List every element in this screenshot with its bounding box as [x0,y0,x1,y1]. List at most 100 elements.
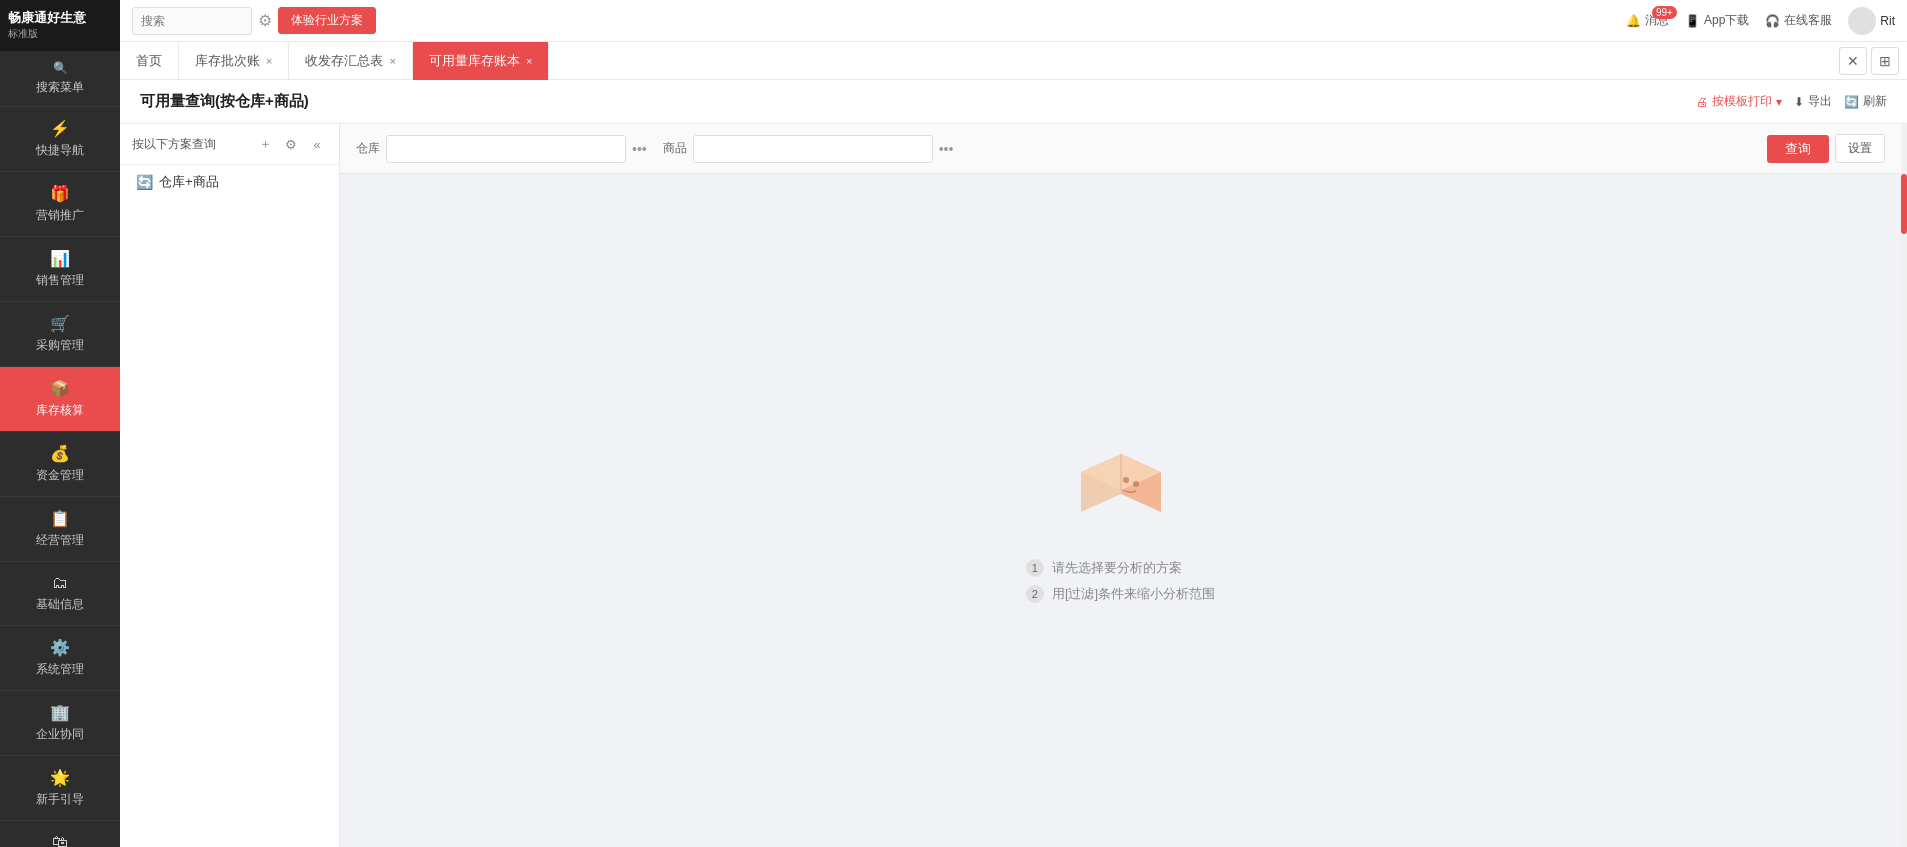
trial-btn[interactable]: 体验行业方案 [278,7,376,34]
print-btn[interactable]: 🖨 按模板打印 ▾ [1696,93,1782,110]
sidebar-item-appstore[interactable]: 🛍 应用中心 [0,821,120,847]
add-scheme-btn[interactable]: ＋ [255,134,275,154]
sidebar-header: 畅康通好生意 标准版 [0,0,120,51]
tab-available-ledger[interactable]: 可用量库存账本 × [413,42,549,80]
topbar-left: ⚙ 体验行业方案 [132,7,376,35]
topbar-right: 🔔 消息 99+ 📱 App下载 🎧 在线客服 Rit [1626,7,1895,35]
tab-receive-summary-label: 收发存汇总表 [305,52,383,70]
page-actions: 🖨 按模板打印 ▾ ⬇ 导出 🔄 刷新 [1696,93,1887,110]
sidebar-item-funds[interactable]: 💰 资金管理 [0,432,120,497]
hint-text-1: 请先选择要分析的方案 [1052,559,1182,577]
messages-btn[interactable]: 🔔 消息 99+ [1626,12,1669,29]
sidebar-item-sales[interactable]: 📊 销售管理 [0,237,120,302]
close-available-ledger-icon[interactable]: × [526,55,532,67]
collapse-panel-btn[interactable]: « [307,134,327,154]
left-panel-header: 按以下方案查询 ＋ ⚙ « [120,124,339,165]
settings-scheme-btn[interactable]: ⚙ [281,134,301,154]
warehouse-filter-field: 仓库 ••• [356,135,647,163]
tab-batch-ledger[interactable]: 库存批次账 × [179,42,289,80]
sidebar-label-search: 搜索菜单 [36,79,84,96]
appstore-icon: 🛍 [52,833,68,847]
sidebar-label-newbie: 新手引导 [36,791,84,808]
refresh-label: 刷新 [1863,93,1887,110]
username-label: Rit [1880,14,1895,28]
sidebar-item-newbie[interactable]: 🌟 新手引导 [0,756,120,821]
empty-state: 1 请先选择要分析的方案 2 用[过滤]条件来缩小分析范围 [340,174,1901,847]
message-bell-icon: 🔔 [1626,14,1641,28]
filter-bar: 仓库 ••• 商品 ••• 查询 设置 [340,124,1901,174]
scheme-item-warehouse-goods[interactable]: 🔄 仓库+商品 [120,165,339,199]
newbie-icon: 🌟 [50,768,70,787]
sidebar-item-inventory[interactable]: 📦 库存核算 [0,367,120,432]
hint-num-1: 1 [1026,559,1044,577]
topbar-search-input[interactable] [132,7,252,35]
avatar [1848,7,1876,35]
page-header: 可用量查询(按仓库+商品) 🖨 按模板打印 ▾ ⬇ 导出 🔄 刷新 [120,80,1907,124]
customer-service-btn[interactable]: 🎧 在线客服 [1765,12,1832,29]
goods-filter-more-btn[interactable]: ••• [939,141,954,157]
content-area: 按以下方案查询 ＋ ⚙ « 🔄 仓库+商品 仓库 ••• [120,124,1907,847]
print-label: 按模板打印 [1712,93,1772,110]
search-icon: 🔍 [53,61,68,75]
print-dropdown-icon[interactable]: ▾ [1776,95,1782,109]
phone-icon: 📱 [1685,14,1700,28]
sidebar-item-quick-nav[interactable]: ⚡ 快捷导航 [0,107,120,172]
user-profile-btn[interactable]: Rit [1848,7,1895,35]
sidebar-item-purchase[interactable]: 🛒 采购管理 [0,302,120,367]
headset-icon: 🎧 [1765,14,1780,28]
sidebar-item-marketing[interactable]: 🎁 营销推广 [0,172,120,237]
left-panel-icons: ＋ ⚙ « [255,134,327,154]
empty-hint-1: 1 请先选择要分析的方案 [1026,559,1215,577]
scheme-item-icon: 🔄 [136,174,153,190]
close-receive-summary-icon[interactable]: × [389,55,395,67]
app-download-btn[interactable]: 📱 App下载 [1685,12,1749,29]
funds-icon: 💰 [50,444,70,463]
export-btn[interactable]: ⬇ 导出 [1794,93,1832,110]
page-title: 可用量查询(按仓库+商品) [140,92,309,111]
warehouse-filter-more-btn[interactable]: ••• [632,141,647,157]
scroll-thumb[interactable] [1901,174,1907,234]
system-icon: ⚙️ [50,638,70,657]
sidebar-item-basic[interactable]: 🗂 基础信息 [0,562,120,626]
empty-hint-2: 2 用[过滤]条件来缩小分析范围 [1026,585,1215,603]
goods-filter-field: 商品 ••• [663,135,954,163]
tabs-actions: ✕ ⊞ [1839,47,1907,75]
sidebar-label-inventory: 库存核算 [36,402,84,419]
sidebar-label-enterprise: 企业协同 [36,726,84,743]
messages-badge: 99+ [1652,6,1677,19]
tabs-bar: 首页 库存批次账 × 收发存汇总表 × 可用量库存账本 × ✕ ⊞ [120,42,1907,80]
close-tab-btn[interactable]: ✕ [1839,47,1867,75]
enterprise-icon: 🏢 [50,703,70,722]
goods-filter-input[interactable] [693,135,933,163]
app-download-label: App下载 [1704,12,1749,29]
sidebar-item-enterprise[interactable]: 🏢 企业协同 [0,691,120,756]
sidebar-label-funds: 资金管理 [36,467,84,484]
scroll-indicator [1901,124,1907,847]
filter-settings-btn[interactable]: 设置 [1835,134,1885,163]
sidebar-label-system: 系统管理 [36,661,84,678]
topbar: ⚙ 体验行业方案 🔔 消息 99+ 📱 App下载 🎧 在线客服 Rit [120,0,1907,42]
gear-icon[interactable]: ⚙ [258,11,272,30]
left-panel: 按以下方案查询 ＋ ⚙ « 🔄 仓库+商品 [120,124,340,847]
hint-text-2: 用[过滤]条件来缩小分析范围 [1052,585,1215,603]
empty-hints: 1 请先选择要分析的方案 2 用[过滤]条件来缩小分析范围 [1026,559,1215,603]
quick-nav-icon: ⚡ [50,119,70,138]
tab-receive-summary[interactable]: 收发存汇总表 × [289,42,412,80]
sidebar-item-operation[interactable]: 📋 经营管理 [0,497,120,562]
filter-actions: 查询 设置 [1767,134,1885,163]
basic-icon: 🗂 [52,574,68,592]
sidebar-item-search[interactable]: 🔍 搜索菜单 [0,51,120,107]
refresh-btn[interactable]: 🔄 刷新 [1844,93,1887,110]
sidebar-label-operation: 经营管理 [36,532,84,549]
inventory-icon: 📦 [50,379,70,398]
warehouse-filter-input[interactable] [386,135,626,163]
left-panel-title: 按以下方案查询 [132,136,216,153]
sidebar-item-system[interactable]: ⚙️ 系统管理 [0,626,120,691]
query-btn[interactable]: 查询 [1767,135,1829,163]
tab-home[interactable]: 首页 [120,42,179,80]
scheme-item-label: 仓库+商品 [159,173,219,191]
maximize-tab-btn[interactable]: ⊞ [1871,47,1899,75]
close-batch-ledger-icon[interactable]: × [266,55,272,67]
export-label: 导出 [1808,93,1832,110]
brand-sub: 标准版 [8,27,38,41]
